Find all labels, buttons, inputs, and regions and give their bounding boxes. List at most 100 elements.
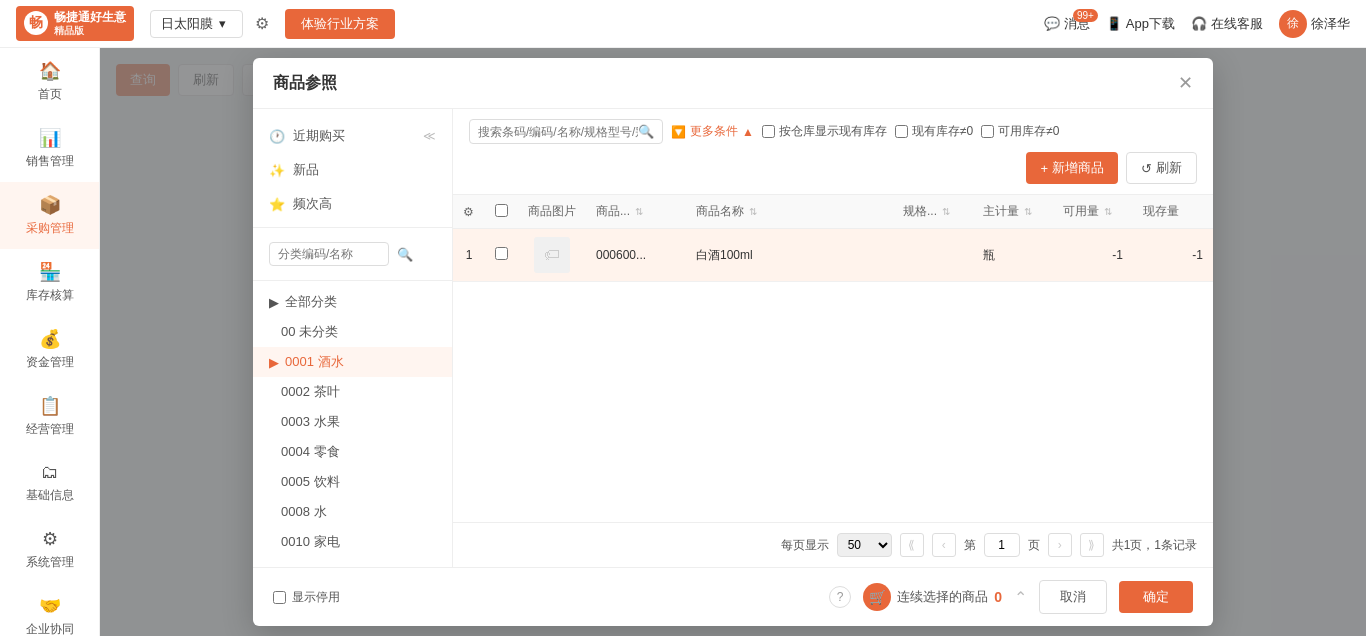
app-download-item[interactable]: 📱 App下载 bbox=[1106, 15, 1175, 33]
settings-icon[interactable]: ⚙ bbox=[463, 205, 474, 219]
online-service-item[interactable]: 🎧 在线客服 bbox=[1191, 15, 1263, 33]
sidebar-item-basic-info[interactable]: 🗂 基础信息 bbox=[0, 450, 99, 516]
header-right: 💬 消息 99+ 📱 App下载 🎧 在线客服 徐 徐泽华 bbox=[1044, 10, 1350, 38]
modal-close-button[interactable]: ✕ bbox=[1178, 72, 1193, 94]
messages-item[interactable]: 💬 消息 99+ bbox=[1044, 15, 1090, 33]
nav-new-products[interactable]: ✨ 新品 bbox=[253, 153, 452, 187]
footer-right: ? 🛒 连续选择的商品 0 ⌃ 取消 确定 bbox=[829, 580, 1193, 614]
category-appliances[interactable]: 0010 家电 bbox=[253, 527, 452, 557]
sidebar-item-finance[interactable]: 💰 资金管理 bbox=[0, 316, 99, 383]
table-body: 1 🏷 000600... 白酒100ml bbox=[453, 229, 1213, 282]
page-number-input[interactable] bbox=[984, 533, 1020, 557]
col-settings-header: ⚙ bbox=[453, 195, 485, 229]
refresh-label: 刷新 bbox=[1156, 159, 1182, 177]
sidebar-item-operations[interactable]: 📋 经营管理 bbox=[0, 383, 99, 450]
left-divider2 bbox=[253, 280, 452, 281]
row-product-spec bbox=[893, 229, 973, 282]
row-product-img-cell: 🏷 bbox=[518, 229, 586, 282]
col-code-label: 商品... bbox=[596, 204, 630, 218]
available-not-zero-checkbox[interactable] bbox=[981, 125, 994, 138]
sidebar-label-operations: 经营管理 bbox=[26, 421, 74, 438]
continuous-select-label: 连续选择的商品 bbox=[897, 588, 988, 606]
sidebar-item-purchase[interactable]: 📦 采购管理 bbox=[0, 182, 99, 249]
sidebar-item-sales[interactable]: 📊 销售管理 bbox=[0, 115, 99, 182]
category-water[interactable]: 0008 水 bbox=[253, 497, 452, 527]
user-item[interactable]: 徐 徐泽华 bbox=[1279, 10, 1350, 38]
col-stock-header[interactable]: 现存量 bbox=[1133, 195, 1213, 229]
available-not-zero-label[interactable]: 可用库存≠0 bbox=[981, 123, 1059, 140]
col-name-header[interactable]: 商品名称 ⇅ bbox=[686, 195, 893, 229]
product-search-icon[interactable]: 🔍 bbox=[638, 124, 654, 139]
row-index: 1 bbox=[453, 229, 485, 282]
message-icon: 💬 bbox=[1044, 16, 1060, 31]
sidebar-item-inventory[interactable]: 🏪 库存核算 bbox=[0, 249, 99, 316]
col-spec-label: 规格... bbox=[903, 204, 937, 218]
select-all-checkbox[interactable] bbox=[495, 204, 508, 217]
sidebar-item-collab[interactable]: 🤝 企业协同 bbox=[0, 583, 99, 636]
nav-frequent[interactable]: ⭐ 频次高 bbox=[253, 187, 452, 221]
recent-buy-label: 近期购买 bbox=[293, 127, 345, 145]
col-stock-label: 现存量 bbox=[1143, 204, 1179, 218]
col-code-header[interactable]: 商品... ⇅ bbox=[586, 195, 686, 229]
store-dropdown[interactable]: 日太阳膜 ▾ bbox=[150, 10, 243, 38]
add-icon: + bbox=[1040, 161, 1048, 176]
category-all[interactable]: ▶ 全部分类 bbox=[253, 287, 452, 317]
all-category-arrow: ▶ bbox=[269, 295, 279, 310]
page-last-button[interactable]: ⟫ bbox=[1080, 533, 1104, 557]
table-row[interactable]: 1 🏷 000600... 白酒100ml bbox=[453, 229, 1213, 282]
confirm-button[interactable]: 确定 bbox=[1119, 581, 1193, 613]
page-first-button[interactable]: ⟪ bbox=[900, 533, 924, 557]
sidebar: 🏠 首页 📊 销售管理 📦 采购管理 🏪 库存核算 💰 资金管理 📋 经营管理 … bbox=[0, 48, 100, 636]
per-page-select[interactable]: 50 100 200 bbox=[837, 533, 892, 557]
stock-not-zero-label[interactable]: 现有库存≠0 bbox=[895, 123, 973, 140]
col-img-label: 商品图片 bbox=[528, 204, 576, 218]
sales-icon: 📊 bbox=[39, 127, 61, 149]
product-table: ⚙ 商品图片 bbox=[453, 195, 1213, 282]
trial-button[interactable]: 体验行业方案 bbox=[285, 9, 395, 39]
category-liquor[interactable]: ▶ 0001 酒水 bbox=[253, 347, 452, 377]
gear-icon[interactable]: ⚙ bbox=[255, 14, 269, 33]
nav-recent-buy[interactable]: 🕐 近期购买 ≪ bbox=[253, 119, 452, 153]
sidebar-label-collab: 企业协同 bbox=[26, 621, 74, 636]
headset-icon: 🎧 bbox=[1191, 16, 1207, 31]
category-fruit[interactable]: 0003 水果 bbox=[253, 407, 452, 437]
total-pages-label: 共1页，1条记录 bbox=[1112, 537, 1197, 554]
stock-not-zero-checkbox[interactable] bbox=[895, 125, 908, 138]
help-icon[interactable]: ? bbox=[829, 586, 851, 608]
row-checkbox[interactable] bbox=[495, 247, 508, 260]
footer-collapse-icon[interactable]: ⌃ bbox=[1014, 588, 1027, 607]
refresh-icon: ↺ bbox=[1141, 161, 1152, 176]
cancel-button[interactable]: 取消 bbox=[1039, 580, 1107, 614]
show-warehouse-stock-checkbox[interactable] bbox=[762, 125, 775, 138]
col-avail-header[interactable]: 可用量 ⇅ bbox=[1053, 195, 1133, 229]
category-tea[interactable]: 0002 茶叶 bbox=[253, 377, 452, 407]
category-search-input[interactable] bbox=[269, 242, 389, 266]
col-spec-header[interactable]: 规格... ⇅ bbox=[893, 195, 973, 229]
top-header: 畅 畅捷通好生意 精品版 日太阳膜 ▾ ⚙ 体验行业方案 💬 消息 99+ 📱 … bbox=[0, 0, 1366, 48]
sidebar-item-home[interactable]: 🏠 首页 bbox=[0, 48, 99, 115]
sidebar-item-system[interactable]: ⚙ 系统管理 bbox=[0, 516, 99, 583]
new-products-label: 新品 bbox=[293, 161, 319, 179]
all-category-label: 全部分类 bbox=[285, 293, 337, 311]
show-disabled-checkbox[interactable] bbox=[273, 591, 286, 604]
messages-badge: 99+ bbox=[1073, 9, 1098, 22]
show-warehouse-stock-label[interactable]: 按仓库显示现有库存 bbox=[762, 123, 887, 140]
refresh-button[interactable]: ↺ 刷新 bbox=[1126, 152, 1197, 184]
cart-wrap[interactable]: 🛒 连续选择的商品 0 bbox=[863, 583, 1002, 611]
page-prev-button[interactable]: ‹ bbox=[932, 533, 956, 557]
col-unit-header[interactable]: 主计量 ⇅ bbox=[973, 195, 1053, 229]
category-snack[interactable]: 0004 零食 bbox=[253, 437, 452, 467]
collapse-left-icon[interactable]: ≪ bbox=[423, 129, 436, 143]
show-disabled-label[interactable]: 显示停用 bbox=[273, 589, 340, 606]
category-unclassified[interactable]: 00 未分类 bbox=[253, 317, 452, 347]
product-search-input[interactable] bbox=[478, 125, 638, 139]
category-search-icon[interactable]: 🔍 bbox=[397, 247, 413, 262]
category-drinks[interactable]: 0005 饮料 bbox=[253, 467, 452, 497]
page-next-button[interactable]: › bbox=[1048, 533, 1072, 557]
modal-toolbar: 🔍 🔽 更多条件 ▲ 按仓库显示现有库存 bbox=[453, 109, 1213, 195]
liquor-arrow-icon: ▶ bbox=[269, 355, 279, 370]
add-product-button[interactable]: + 新增商品 bbox=[1026, 152, 1118, 184]
more-filter-button[interactable]: 🔽 更多条件 ▲ bbox=[671, 123, 754, 140]
col-avail-label: 可用量 bbox=[1063, 204, 1099, 218]
purchase-icon: 📦 bbox=[39, 194, 61, 216]
